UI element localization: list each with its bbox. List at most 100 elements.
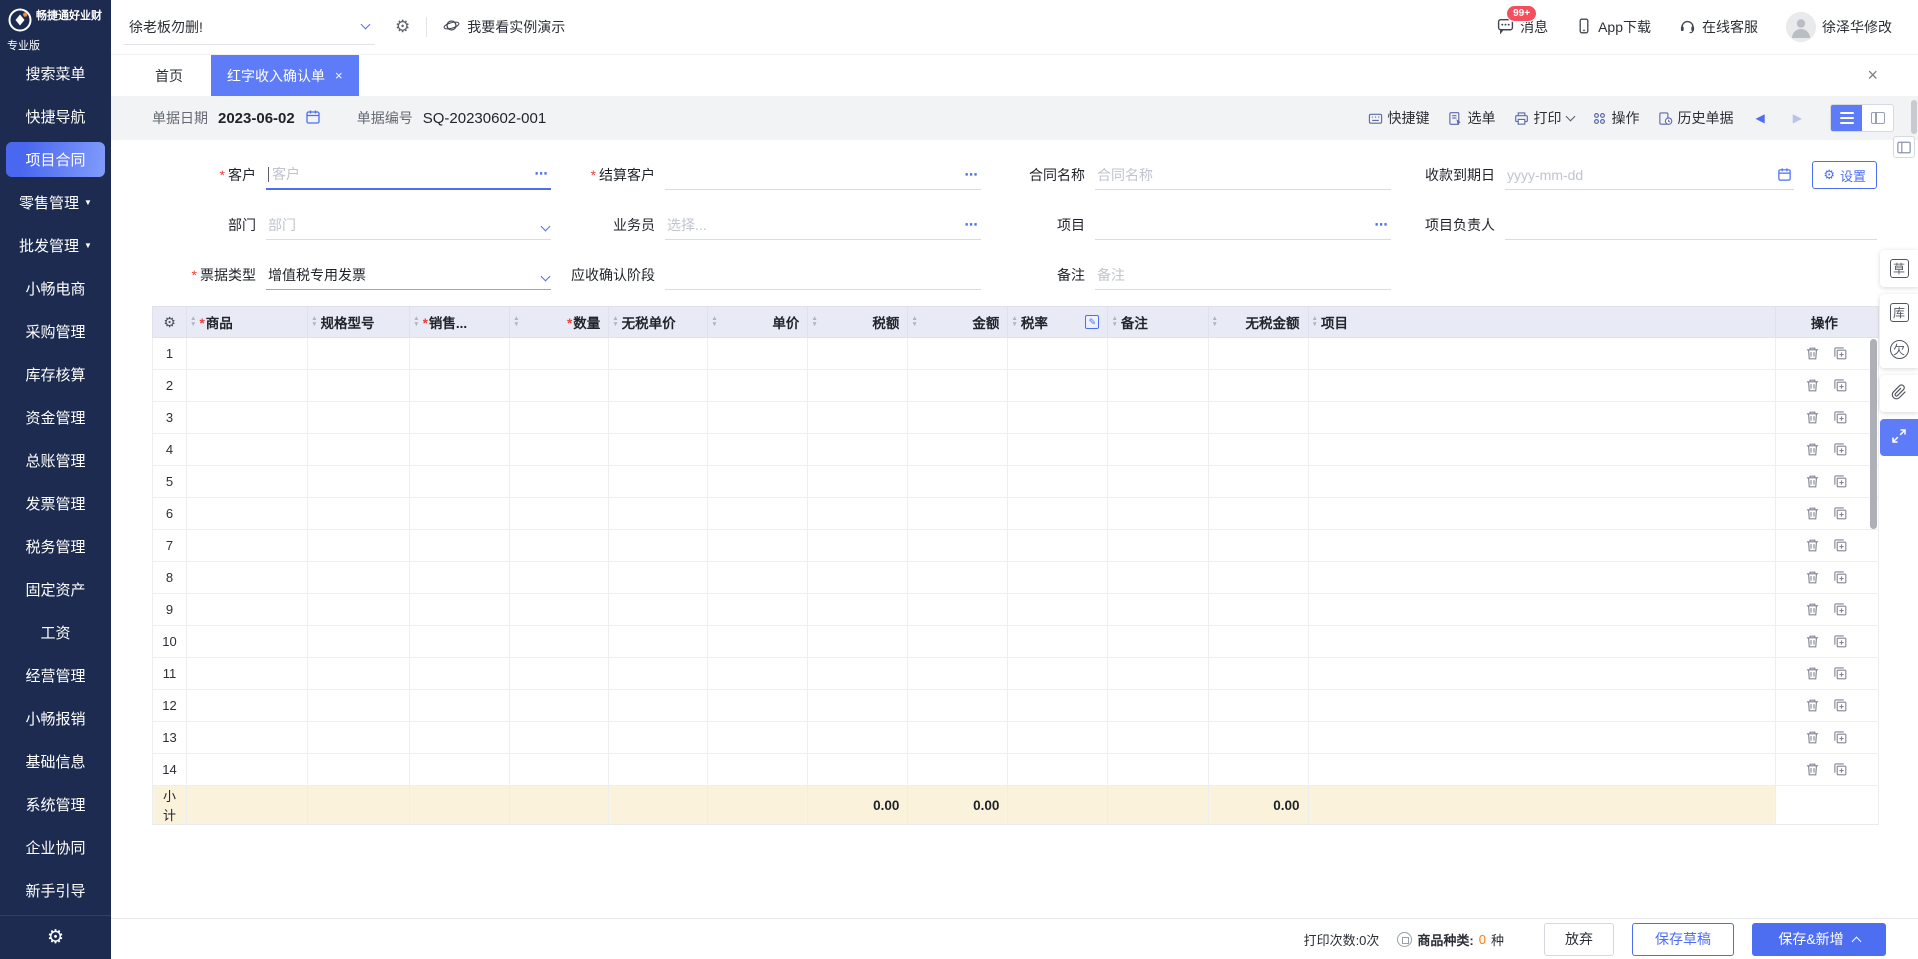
delete-row-icon[interactable] [1805,666,1820,681]
delete-row-icon[interactable] [1805,474,1820,489]
cell-project[interactable] [1307,561,1776,594]
cell-amount_notax[interactable] [1207,465,1309,498]
row-number[interactable]: 4 [151,433,188,466]
cell-price[interactable] [707,433,809,466]
cell-sales[interactable] [409,625,511,658]
copy-row-icon[interactable] [1833,698,1848,713]
cell-amount_notax[interactable] [1207,593,1309,626]
cell-tax[interactable] [807,497,909,530]
cell-sales[interactable] [409,689,511,722]
cell-project[interactable] [1307,593,1776,626]
row-number[interactable]: 12 [151,689,188,722]
customer-lookup-icon[interactable]: ⋯ [535,166,550,182]
settle-customer-field[interactable]: ⋯ [665,160,981,190]
copy-row-icon[interactable] [1833,410,1848,425]
cell-qty[interactable] [509,561,610,594]
pick-order-button[interactable]: 选单 [1448,108,1496,128]
row-number[interactable]: 5 [151,465,188,498]
cell-amount[interactable] [907,657,1009,690]
cell-qty[interactable] [509,625,610,658]
cell-tax[interactable] [807,465,909,498]
sidebar-item-12[interactable]: 固定资产 [0,568,111,611]
delete-row-icon[interactable] [1805,602,1820,617]
cell-price[interactable] [707,401,809,434]
cell-spec[interactable] [307,561,411,594]
cell-product[interactable] [186,625,309,658]
sidebar-item-4[interactable]: 批发管理 ▼ [0,224,111,267]
cell-qty[interactable] [509,401,610,434]
row-number[interactable]: 7 [151,529,188,562]
cell-price[interactable] [707,497,809,530]
cell-qty[interactable] [509,753,610,786]
copy-row-icon[interactable] [1833,570,1848,585]
account-selector[interactable]: 徐老板勿删! [123,10,375,45]
cell-project[interactable] [1307,625,1776,658]
receivable-stage-field[interactable] [665,260,981,290]
cell-note[interactable] [1107,529,1209,562]
cell-project[interactable] [1307,657,1776,690]
cell-qty[interactable] [509,497,610,530]
cell-tax[interactable] [807,561,909,594]
row-number[interactable]: 8 [151,561,188,594]
cell-price_notax[interactable] [608,593,709,626]
cell-sales[interactable] [409,657,511,690]
cell-amount[interactable] [907,401,1009,434]
cell-spec[interactable] [307,593,411,626]
cell-price[interactable] [707,657,809,690]
cell-price[interactable] [707,337,809,370]
row-number[interactable]: 9 [151,593,188,626]
cell-tax_rate[interactable] [1007,401,1109,434]
cell-amount_notax[interactable] [1207,689,1309,722]
cell-amount[interactable] [907,593,1009,626]
cell-amount[interactable] [907,625,1009,658]
cell-amount[interactable] [907,497,1009,530]
cell-product[interactable] [186,369,309,402]
cell-spec[interactable] [307,529,411,562]
row-number[interactable]: 1 [151,337,188,370]
sidebar-item-2[interactable]: 项目合同 [0,138,111,181]
cell-sales[interactable] [409,497,511,530]
sort-icon[interactable]: ▲ ▼ [190,315,196,328]
cell-tax[interactable] [807,593,909,626]
draft-list-button[interactable]: 草 [1880,250,1918,287]
sidebar-item-1[interactable]: 快捷导航 [0,95,111,138]
cell-tax_rate[interactable] [1007,369,1109,402]
cell-amount_notax[interactable] [1207,369,1309,402]
copy-row-icon[interactable] [1833,666,1848,681]
actions-button[interactable]: 操作 [1592,108,1640,128]
delete-row-icon[interactable] [1805,442,1820,457]
cell-product[interactable] [186,689,309,722]
cell-qty[interactable] [509,721,610,754]
sort-icon[interactable]: ▲ ▼ [711,315,717,328]
cell-product[interactable] [186,657,309,690]
delete-row-icon[interactable] [1805,506,1820,521]
cell-project[interactable] [1307,721,1776,754]
column-header-note[interactable]: ▲ ▼ 备注 [1107,306,1209,338]
cell-note[interactable] [1107,337,1209,370]
remark-field[interactable]: 备注 [1095,260,1391,290]
sort-icon[interactable]: ▲ ▼ [1212,315,1218,328]
online-service-button[interactable]: 在线客服 [1679,17,1758,37]
cell-note[interactable] [1107,721,1209,754]
expand-button[interactable] [1880,419,1918,456]
settings-button[interactable]: ⚙ 设置 [1812,161,1877,189]
chevron-down-icon[interactable] [540,267,551,283]
next-doc-icon[interactable]: ▶ [1793,112,1802,124]
sort-icon[interactable]: ▲ ▼ [413,315,419,328]
save-draft-button[interactable]: 保存草稿 [1632,922,1734,956]
cell-qty[interactable] [509,657,610,690]
account-gear-icon[interactable]: ⚙ [395,17,410,37]
cell-tax[interactable] [807,721,909,754]
cell-price_notax[interactable] [608,625,709,658]
cell-sales[interactable] [409,337,511,370]
cell-price[interactable] [707,593,809,626]
row-number[interactable]: 3 [151,401,188,434]
cell-tax_rate[interactable] [1007,497,1109,530]
column-settings-gear-icon[interactable]: ⚙ [151,306,188,338]
sidebar-item-16[interactable]: 基础信息 [0,740,111,783]
cell-note[interactable] [1107,497,1209,530]
copy-row-icon[interactable] [1833,602,1848,617]
sidebar-item-9[interactable]: 总账管理 [0,439,111,482]
demo-link[interactable]: 我要看实例演示 [443,17,565,37]
column-header-amount_notax[interactable]: ▲ ▼ 无税金额 [1207,306,1309,338]
